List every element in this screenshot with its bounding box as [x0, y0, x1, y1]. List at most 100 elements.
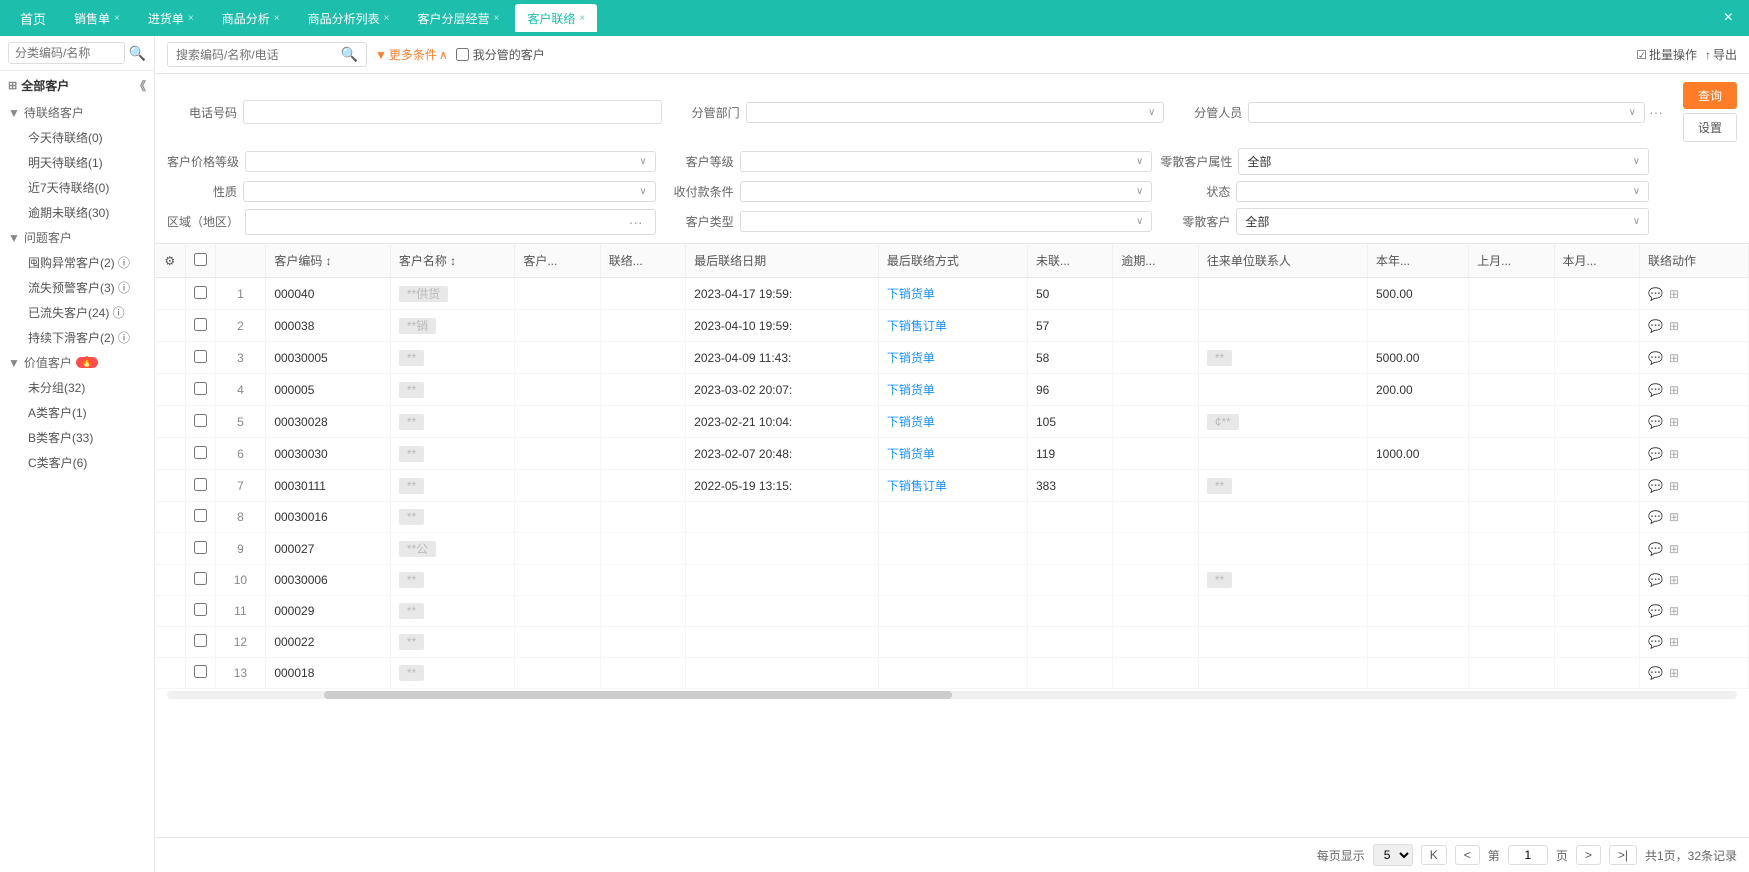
cell-checkbox[interactable]	[185, 502, 215, 533]
cell-checkbox[interactable]	[185, 596, 215, 627]
per-page-select[interactable]: 50 100 200	[1373, 844, 1413, 866]
cell-action[interactable]: 💬⊞	[1639, 565, 1748, 596]
nav-tab-analysis-close[interactable]: ×	[274, 13, 280, 24]
page-number-input[interactable]	[1508, 845, 1548, 865]
first-page-btn[interactable]: K	[1421, 845, 1447, 865]
nav-tab-customer-contact[interactable]: 客户联络 ×	[515, 4, 597, 32]
cell-action[interactable]: 💬⊞	[1639, 627, 1748, 658]
cell-checkbox[interactable]	[185, 470, 215, 502]
filter-select-region[interactable]: ···	[245, 209, 656, 235]
cell-action[interactable]: 💬⊞	[1639, 374, 1748, 406]
cell-action[interactable]: 💬⊞	[1639, 596, 1748, 627]
cell-last-way[interactable]: 下销货单	[878, 438, 1027, 470]
cell-checkbox[interactable]	[185, 278, 215, 310]
sidebar-item-overdue[interactable]: 逾期未联络(30)	[0, 200, 154, 225]
sidebar-item-today[interactable]: 今天待联络(0)	[0, 125, 154, 150]
nav-tab-analysis-list-close[interactable]: ×	[384, 13, 390, 24]
nav-tab-sales-close[interactable]: ×	[114, 13, 120, 24]
window-close-button[interactable]: ×	[1716, 5, 1741, 31]
nav-tab-purchase-close[interactable]: ×	[188, 13, 194, 24]
cell-action[interactable]: 💬⊞	[1639, 470, 1748, 502]
cell-checkbox[interactable]	[185, 658, 215, 689]
my-customers-toggle[interactable]: 我分管的客户	[456, 46, 545, 63]
nav-tab-analysis[interactable]: 商品分析 ×	[210, 4, 292, 32]
filter-select-status[interactable]: ∨	[1236, 181, 1649, 202]
cell-action[interactable]: 💬⊞	[1639, 502, 1748, 533]
search-input[interactable]	[176, 48, 341, 62]
nav-tab-analysis-list[interactable]: 商品分析列表 ×	[296, 4, 402, 32]
scrollbar-thumb[interactable]	[324, 691, 952, 699]
filter-select-payment[interactable]: ∨	[740, 181, 1153, 202]
sidebar-item-abnormal[interactable]: 囤购异常客户(2) ⓘ	[0, 250, 154, 275]
filter-select-sparse-attr[interactable]: 全部 ∨	[1238, 148, 1649, 175]
search-icon[interactable]: 🔍	[341, 46, 358, 63]
region-dots-icon[interactable]: ···	[625, 214, 647, 230]
sidebar-search-icon[interactable]: 🔍	[129, 45, 146, 62]
cell-action[interactable]: 💬⊞	[1639, 406, 1748, 438]
cell-checkbox[interactable]	[185, 374, 215, 406]
cell-action[interactable]: 💬⊞	[1639, 438, 1748, 470]
query-button[interactable]: 查询	[1683, 82, 1737, 109]
nav-tab-customer-mgmt[interactable]: 客户分层经营 ×	[405, 4, 511, 32]
nav-tab-customer-contact-close[interactable]: ×	[579, 13, 585, 24]
col-name[interactable]: 客户名称 ↕	[390, 244, 515, 278]
sidebar-item-b-class[interactable]: B类客户(33)	[0, 425, 154, 450]
sidebar-item-7days[interactable]: 近7天待联络(0)	[0, 175, 154, 200]
cell-action[interactable]: 💬⊞	[1639, 278, 1748, 310]
sidebar-item-churn-warn[interactable]: 流失预警客户(3) ⓘ	[0, 275, 154, 300]
col-code[interactable]: 客户编码 ↕	[266, 244, 391, 278]
cell-action[interactable]: 💬⊞	[1639, 342, 1748, 374]
cell-checkbox[interactable]	[185, 438, 215, 470]
filter-select-price-level[interactable]: ∨	[245, 151, 656, 172]
filter-select-dept[interactable]: ∨	[746, 102, 1165, 123]
prev-page-btn[interactable]: <	[1455, 845, 1480, 865]
sidebar-item-lost[interactable]: 已流失客户(24) ⓘ	[0, 300, 154, 325]
sidebar-search-input[interactable]	[8, 42, 125, 64]
filter-select-customer-type[interactable]: ∨	[740, 211, 1153, 232]
person-dots-btn[interactable]: ···	[1645, 104, 1667, 120]
reset-button[interactable]: 设置	[1683, 113, 1737, 142]
cell-last-way[interactable]: 下销售订单	[878, 470, 1027, 502]
next-page-btn[interactable]: >	[1576, 845, 1601, 865]
nav-home[interactable]: 首页	[8, 4, 58, 32]
cell-last-way[interactable]: 下销货单	[878, 278, 1027, 310]
horizontal-scrollbar[interactable]	[167, 691, 1737, 699]
sidebar-all-customers[interactable]: ⊞ 全部客户 《	[0, 71, 154, 100]
nav-tab-sales[interactable]: 销售单 ×	[62, 4, 132, 32]
cell-checkbox[interactable]	[185, 310, 215, 342]
filter-select-sparse[interactable]: 全部 ∨	[1236, 208, 1649, 235]
cell-action[interactable]: 💬⊞	[1639, 658, 1748, 689]
filter-input-phone[interactable]	[243, 100, 662, 124]
cell-action[interactable]: 💬⊞	[1639, 533, 1748, 565]
cell-checkbox[interactable]	[185, 627, 215, 658]
sidebar-group-value[interactable]: ▼ 价值客户 🔥	[0, 350, 154, 375]
cell-action[interactable]: 💬⊞	[1639, 310, 1748, 342]
cell-last-way[interactable]: 下销货单	[878, 342, 1027, 374]
cell-checkbox[interactable]	[185, 342, 215, 374]
sidebar-item-a-class[interactable]: A类客户(1)	[0, 400, 154, 425]
filter-select-nature[interactable]: ∨	[243, 181, 656, 202]
nav-tab-purchase[interactable]: 进货单 ×	[136, 4, 206, 32]
nav-tab-customer-mgmt-close[interactable]: ×	[493, 13, 499, 24]
filter-select-person[interactable]: ∨	[1248, 102, 1645, 123]
cell-checkbox[interactable]	[185, 565, 215, 596]
sidebar-item-declining[interactable]: 持续下滑客户(2) ⓘ	[0, 325, 154, 350]
my-customers-checkbox[interactable]	[456, 48, 469, 61]
select-all-checkbox[interactable]	[194, 253, 207, 266]
sidebar-group-pending[interactable]: ▼ 待联络客户	[0, 100, 154, 125]
cell-checkbox[interactable]	[185, 406, 215, 438]
filter-select-customer-level[interactable]: ∨	[740, 151, 1153, 172]
sidebar-item-c-class[interactable]: C类客户(6)	[0, 450, 154, 475]
cell-last-way[interactable]: 下销售订单	[878, 310, 1027, 342]
last-page-btn[interactable]: >|	[1609, 845, 1637, 865]
cell-checkbox[interactable]	[185, 533, 215, 565]
more-conditions-btn[interactable]: ▼ 更多条件 ∧	[375, 46, 448, 63]
col-settings[interactable]: ⚙	[155, 244, 185, 278]
sidebar-item-ungroup[interactable]: 未分组(32)	[0, 375, 154, 400]
sidebar-item-tomorrow[interactable]: 明天待联络(1)	[0, 150, 154, 175]
cell-last-way[interactable]: 下销货单	[878, 374, 1027, 406]
sidebar-collapse-icon[interactable]: 《	[134, 77, 146, 94]
sidebar-group-problem[interactable]: ▼ 问题客户	[0, 225, 154, 250]
cell-last-way[interactable]: 下销货单	[878, 406, 1027, 438]
col-checkbox[interactable]	[185, 244, 215, 278]
